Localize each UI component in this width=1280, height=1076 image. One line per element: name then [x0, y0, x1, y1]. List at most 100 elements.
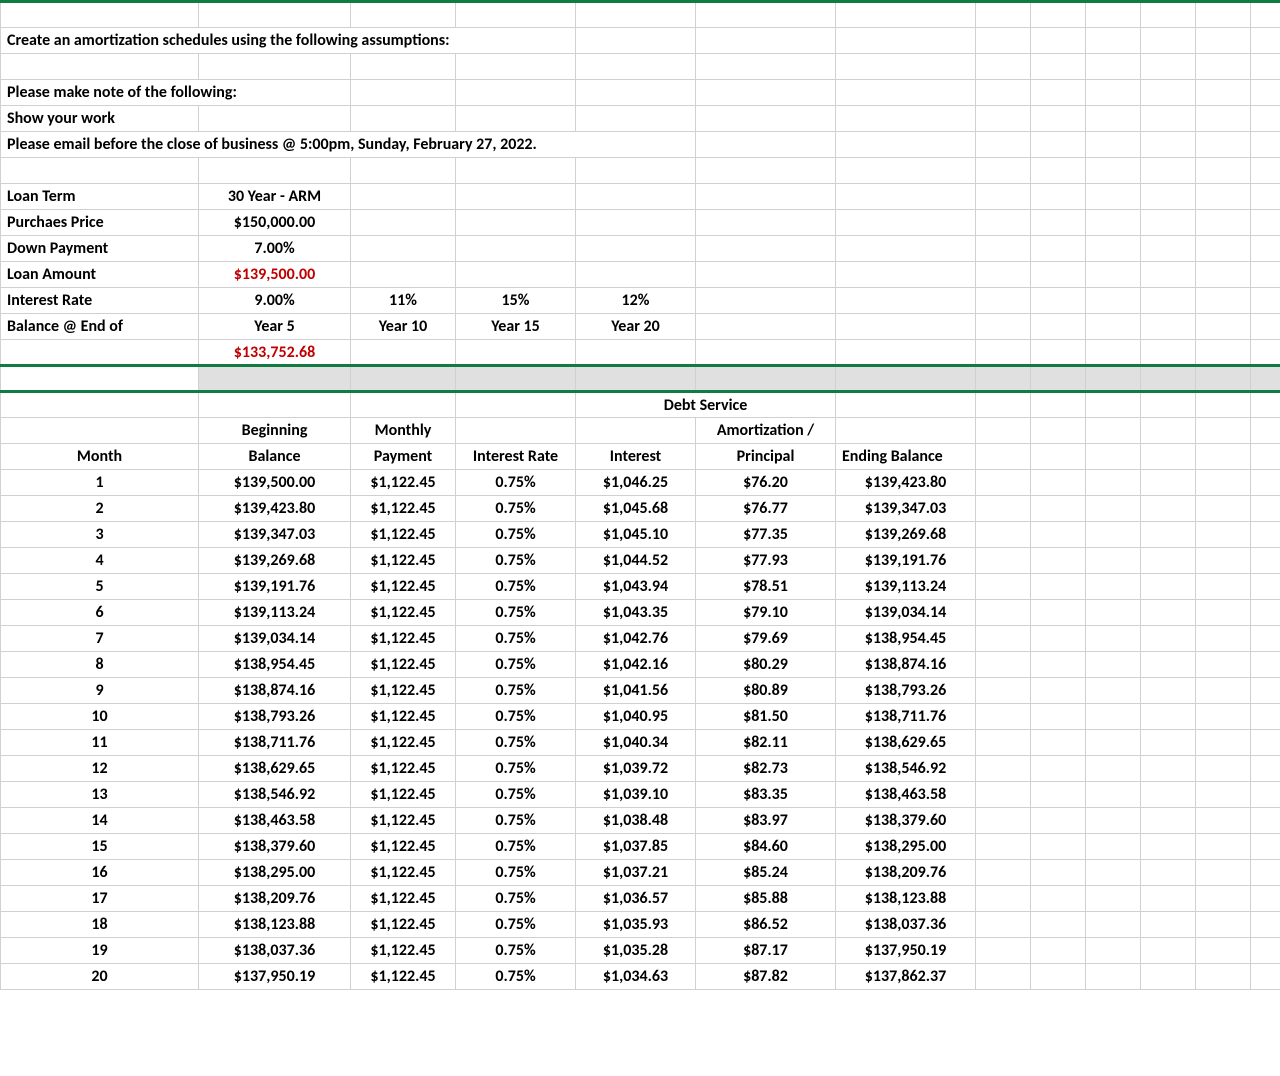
interest-cell[interactable]: $1,041.56 — [576, 678, 696, 704]
selected-row[interactable] — [1, 366, 1280, 392]
cell[interactable] — [1086, 444, 1141, 470]
cell[interactable] — [1196, 262, 1251, 288]
active-cell[interactable] — [1, 366, 199, 392]
cell[interactable] — [696, 80, 836, 106]
interest-cell[interactable]: $1,034.63 — [576, 964, 696, 990]
monthly-payment-cell[interactable]: $1,122.45 — [351, 964, 456, 990]
cell[interactable] — [696, 288, 836, 314]
cell[interactable] — [1, 418, 199, 444]
cell[interactable] — [1086, 210, 1141, 236]
cell[interactable] — [456, 210, 576, 236]
cell[interactable] — [1251, 106, 1280, 132]
month-cell[interactable]: 6 — [1, 600, 199, 626]
cell[interactable] — [1141, 678, 1196, 704]
cell[interactable] — [976, 496, 1031, 522]
amortization-cell[interactable]: $83.35 — [696, 782, 836, 808]
cell[interactable] — [836, 288, 976, 314]
cell[interactable] — [1251, 392, 1280, 418]
cell[interactable] — [576, 236, 696, 262]
cell[interactable] — [976, 314, 1031, 340]
cell[interactable] — [1086, 964, 1141, 990]
col-header-payment[interactable]: Payment — [351, 444, 456, 470]
cell[interactable] — [1196, 54, 1251, 80]
cell[interactable] — [976, 600, 1031, 626]
amortization-cell[interactable]: $76.77 — [696, 496, 836, 522]
cell[interactable] — [976, 652, 1031, 678]
cell[interactable] — [1251, 444, 1280, 470]
cell[interactable] — [976, 626, 1031, 652]
cell[interactable] — [836, 132, 976, 158]
cell[interactable] — [976, 158, 1031, 184]
amortization-cell[interactable]: $84.60 — [696, 834, 836, 860]
cell[interactable] — [1086, 756, 1141, 782]
cell[interactable] — [1086, 860, 1141, 886]
month-cell[interactable]: 19 — [1, 938, 199, 964]
balance-y20[interactable]: Year 20 — [576, 314, 696, 340]
monthly-payment-cell[interactable]: $1,122.45 — [351, 834, 456, 860]
table-row[interactable]: 18$138,123.88$1,122.450.75%$1,035.93$86.… — [1, 912, 1280, 938]
cell[interactable] — [1086, 938, 1141, 964]
cell[interactable] — [1086, 652, 1141, 678]
cell[interactable] — [351, 80, 456, 106]
table-row[interactable]: 15$138,379.60$1,122.450.75%$1,037.85$84.… — [1, 834, 1280, 860]
cell[interactable] — [456, 340, 576, 366]
cell[interactable] — [1251, 600, 1280, 626]
beginning-balance-cell[interactable]: $138,954.45 — [199, 652, 351, 678]
ending-balance-cell[interactable]: $137,862.37 — [836, 964, 976, 990]
cell[interactable] — [1031, 158, 1086, 184]
cell[interactable] — [1086, 548, 1141, 574]
cell[interactable] — [1251, 158, 1280, 184]
cell[interactable] — [1031, 132, 1086, 158]
cell[interactable] — [1031, 756, 1086, 782]
cell[interactable] — [976, 912, 1031, 938]
cell[interactable] — [1141, 2, 1196, 28]
cell[interactable] — [836, 392, 976, 418]
cell[interactable] — [1141, 756, 1196, 782]
cell[interactable] — [1196, 366, 1251, 392]
monthly-payment-cell[interactable]: $1,122.45 — [351, 496, 456, 522]
cell[interactable] — [576, 106, 696, 132]
cell[interactable] — [1031, 366, 1086, 392]
balance-y15[interactable]: Year 15 — [456, 314, 576, 340]
month-cell[interactable]: 8 — [1, 652, 199, 678]
cell[interactable] — [1251, 912, 1280, 938]
title-cell[interactable]: Create an amortization schedules using t… — [1, 28, 576, 54]
cell[interactable] — [836, 80, 976, 106]
cell[interactable] — [1196, 652, 1251, 678]
beginning-balance-cell[interactable]: $138,874.16 — [199, 678, 351, 704]
cell[interactable] — [576, 2, 696, 28]
cell[interactable] — [976, 288, 1031, 314]
cell[interactable] — [351, 184, 456, 210]
monthly-payment-cell[interactable]: $1,122.45 — [351, 808, 456, 834]
col-header-month[interactable]: Month — [1, 444, 199, 470]
cell[interactable] — [696, 158, 836, 184]
interest-cell[interactable]: $1,043.94 — [576, 574, 696, 600]
cell[interactable] — [576, 262, 696, 288]
ending-balance-cell[interactable]: $139,034.14 — [836, 600, 976, 626]
ending-balance-cell[interactable]: $137,950.19 — [836, 938, 976, 964]
cell[interactable] — [1251, 574, 1280, 600]
cell[interactable] — [976, 964, 1031, 990]
cell[interactable] — [1086, 106, 1141, 132]
ending-balance-cell[interactable]: $139,423.80 — [836, 470, 976, 496]
cell[interactable] — [1251, 28, 1280, 54]
ending-balance-cell[interactable]: $138,954.45 — [836, 626, 976, 652]
cell[interactable] — [456, 184, 576, 210]
cell[interactable] — [1196, 938, 1251, 964]
cell[interactable] — [1031, 496, 1086, 522]
ending-balance-cell[interactable]: $138,463.58 — [836, 782, 976, 808]
cell[interactable] — [1196, 860, 1251, 886]
interest-rate-cell[interactable]: 0.75% — [456, 730, 576, 756]
note-cell[interactable]: Please make note of the following: — [1, 80, 351, 106]
interest-rate-v4[interactable]: 12% — [576, 288, 696, 314]
interest-rate-cell[interactable]: 0.75% — [456, 886, 576, 912]
cell[interactable] — [1196, 834, 1251, 860]
cell[interactable] — [976, 730, 1031, 756]
cell[interactable] — [976, 184, 1031, 210]
interest-cell[interactable]: $1,042.76 — [576, 626, 696, 652]
monthly-payment-cell[interactable]: $1,122.45 — [351, 652, 456, 678]
table-row[interactable]: 17$138,209.76$1,122.450.75%$1,036.57$85.… — [1, 886, 1280, 912]
cell[interactable] — [1141, 548, 1196, 574]
monthly-payment-cell[interactable]: $1,122.45 — [351, 470, 456, 496]
note-cell[interactable]: Please email before the close of busines… — [1, 132, 696, 158]
